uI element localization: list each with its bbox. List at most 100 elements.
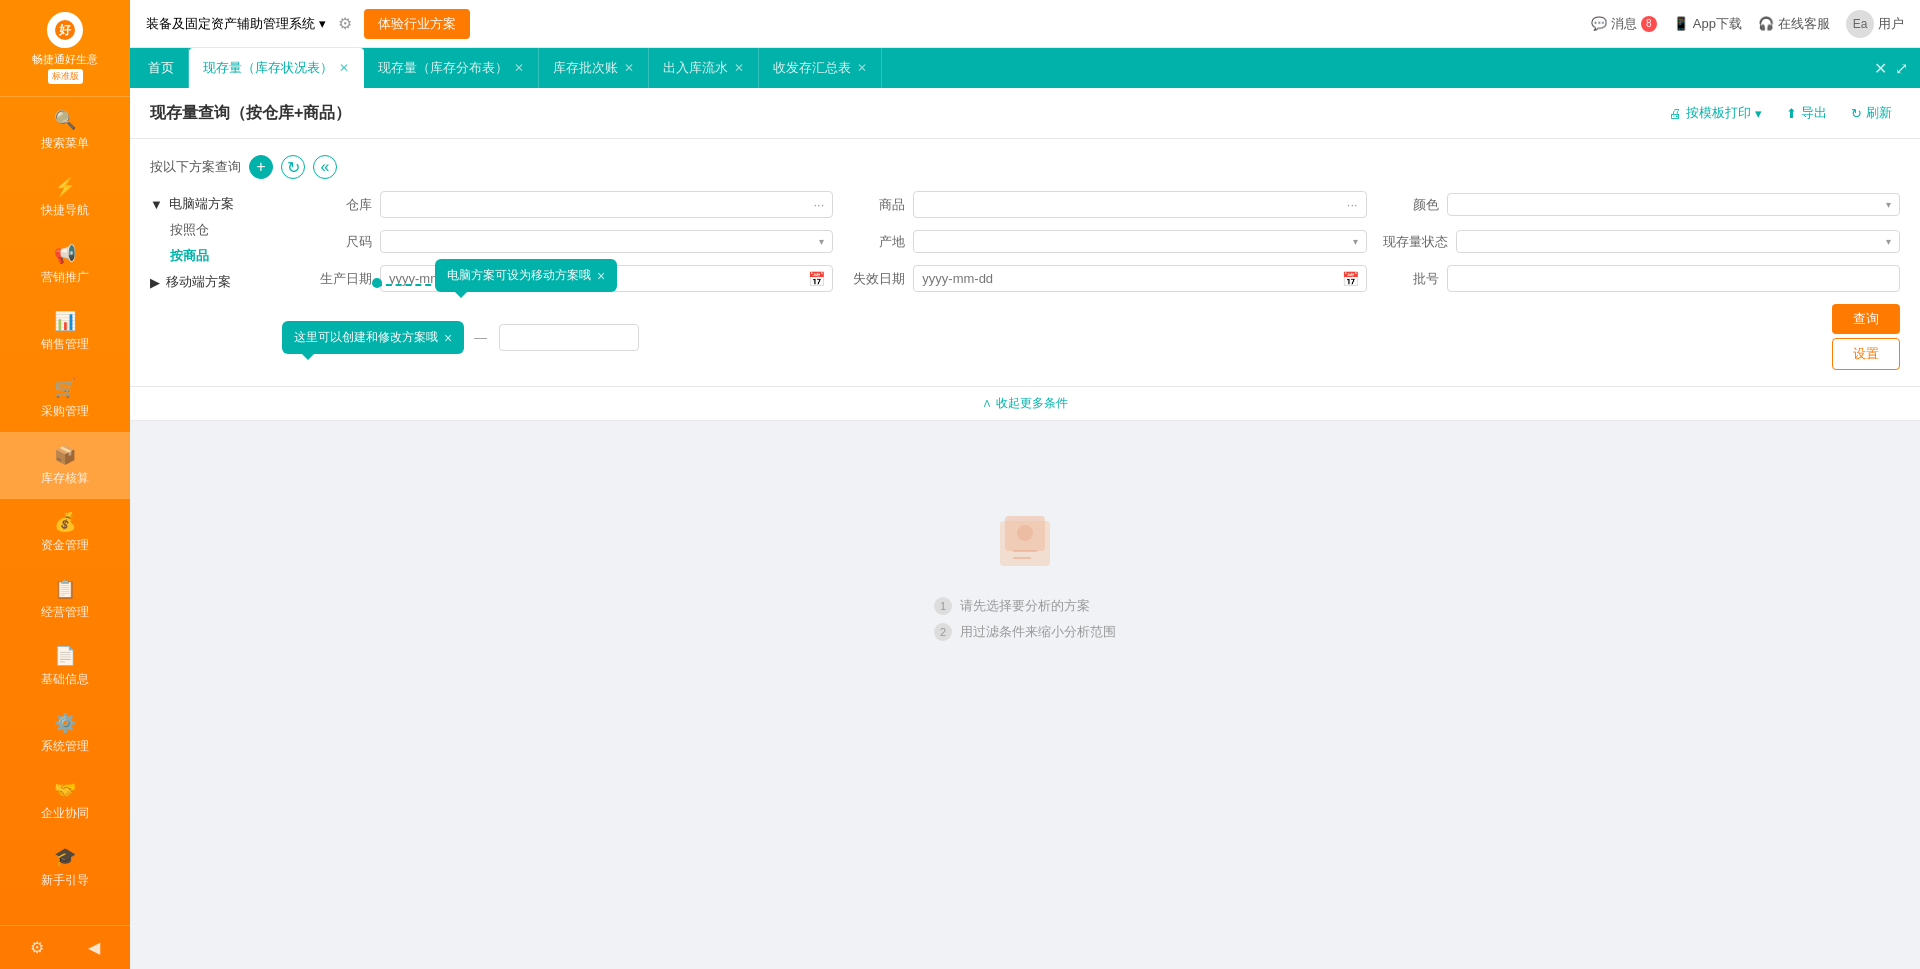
goods-dots[interactable]: ··· bbox=[1347, 197, 1358, 212]
sidebar-item-label: 快捷导航 bbox=[41, 202, 89, 219]
search-btn[interactable]: 查询 bbox=[1832, 304, 1900, 334]
tab-close-inventory-status[interactable]: ✕ bbox=[339, 61, 349, 75]
color-select[interactable]: ▾ bbox=[1447, 193, 1900, 216]
sidebar-bottom: ⚙ ◀ bbox=[0, 925, 130, 969]
sidebar-item-label: 经营管理 bbox=[41, 604, 89, 621]
sidebar-item-finance[interactable]: 💰 资金管理 bbox=[0, 499, 130, 566]
money-icon: 💰 bbox=[54, 511, 76, 533]
search-icon: 🔍 bbox=[54, 109, 76, 131]
scheme-item-by-warehouse[interactable]: 按照仓 bbox=[150, 217, 300, 243]
export-btn[interactable]: ⬆ 导出 bbox=[1778, 100, 1835, 126]
exp-date-calendar-icon[interactable]: 📅 bbox=[1342, 271, 1359, 287]
refresh-btn[interactable]: ↻ 刷新 bbox=[1843, 100, 1900, 126]
app-download-btn[interactable]: 📱 App下载 bbox=[1673, 15, 1742, 33]
tab-collect-summary[interactable]: 收发存汇总表 ✕ bbox=[759, 48, 882, 88]
collapse-bar[interactable]: ∧ 收起更多条件 bbox=[130, 387, 1920, 421]
field-origin: 产地 ▾ bbox=[849, 230, 1366, 253]
connector-dot bbox=[372, 278, 382, 288]
field-color: 颜色 ▾ bbox=[1383, 193, 1900, 216]
scheme-desktop-label: 电脑端方案 bbox=[169, 195, 234, 213]
tab-close-batch-ledger[interactable]: ✕ bbox=[624, 61, 634, 75]
collapse-sidebar-btn[interactable]: ◀ bbox=[88, 938, 100, 957]
message-btn[interactable]: 💬 消息 8 bbox=[1591, 15, 1657, 33]
batch-input[interactable] bbox=[1447, 265, 1900, 292]
sidebar-item-quick-nav[interactable]: ⚡ 快捷导航 bbox=[0, 164, 130, 231]
scheme-group-mobile-header[interactable]: ▶ 移动端方案 bbox=[150, 269, 300, 295]
warehouse-select[interactable]: ··· bbox=[380, 191, 833, 218]
tab-collect-summary-label: 收发存汇总表 bbox=[773, 59, 851, 77]
sidebar-item-inventory[interactable]: 📦 库存核算 bbox=[0, 432, 130, 499]
tab-home-label: 首页 bbox=[148, 59, 174, 77]
online-service-label: 在线客服 bbox=[1778, 15, 1830, 33]
tab-close-in-out-flow[interactable]: ✕ bbox=[734, 61, 744, 75]
tooltip-create-text: 这里可以创建和修改方案哦 bbox=[294, 329, 438, 346]
scheme-item-by-goods[interactable]: 按商品 bbox=[150, 243, 300, 269]
industry-btn[interactable]: 体验行业方案 bbox=[364, 9, 470, 39]
tab-in-out-flow[interactable]: 出入库流水 ✕ bbox=[649, 48, 759, 88]
sidebar-item-sales[interactable]: 📊 销售管理 bbox=[0, 298, 130, 365]
tab-inventory-status-label: 现存量（库存状况表） bbox=[203, 59, 333, 77]
sidebar-item-marketing[interactable]: 📢 营销推广 bbox=[0, 231, 130, 298]
set-btn[interactable]: 设置 bbox=[1832, 338, 1900, 370]
sidebar-item-label: 搜索菜单 bbox=[41, 135, 89, 152]
edit-scheme-btn[interactable]: ↻ bbox=[281, 155, 305, 179]
scheme-item-label: 按照仓 bbox=[170, 222, 209, 237]
refresh-icon: ↻ bbox=[1851, 106, 1862, 121]
main-content: 装备及固定资产辅助管理系统 ▾ ⚙ 体验行业方案 💬 消息 8 📱 App下载 … bbox=[130, 0, 1920, 969]
print-label: 按模板打印 bbox=[1686, 104, 1751, 122]
collapse-label: 收起更多条件 bbox=[996, 396, 1068, 410]
export-label: 导出 bbox=[1801, 104, 1827, 122]
box-icon: 📦 bbox=[54, 444, 76, 466]
megaphone-icon: 📢 bbox=[54, 243, 76, 265]
origin-arrow-icon: ▾ bbox=[1353, 236, 1358, 247]
close-all-tabs-btn[interactable]: ✕ bbox=[1874, 59, 1887, 78]
settings-bottom-btn[interactable]: ⚙ bbox=[30, 938, 44, 957]
filter-row-1: 仓库 ··· 商品 ··· bbox=[316, 191, 1900, 218]
sidebar-item-operations[interactable]: 📋 经营管理 bbox=[0, 566, 130, 633]
sidebar-item-purchase[interactable]: 🛒 采购管理 bbox=[0, 365, 130, 432]
system-name-dropdown[interactable]: 装备及固定资产辅助管理系统 ▾ bbox=[146, 15, 326, 33]
tab-batch-ledger[interactable]: 库存批次账 ✕ bbox=[539, 48, 649, 88]
mfg-date-calendar-icon[interactable]: 📅 bbox=[808, 271, 825, 287]
goods-select[interactable]: ··· bbox=[913, 191, 1366, 218]
filter-label: 按以下方案查询 bbox=[150, 158, 241, 176]
sidebar-item-guide[interactable]: 🎓 新手引导 bbox=[0, 834, 130, 901]
settings-gear-btn[interactable]: ⚙ bbox=[338, 14, 352, 33]
user-profile-btn[interactable]: Ea 用户 bbox=[1846, 10, 1904, 38]
stock-main-to[interactable] bbox=[499, 324, 639, 351]
tooltip-scheme-close[interactable]: × bbox=[597, 268, 605, 284]
doc-icon: 📄 bbox=[54, 645, 76, 667]
field-batch: 批号 bbox=[1383, 265, 1900, 292]
stock-status-select[interactable]: ▾ bbox=[1456, 230, 1900, 253]
stock-status-arrow-icon: ▾ bbox=[1886, 236, 1891, 247]
tooltip-create-close[interactable]: × bbox=[444, 330, 452, 346]
size-arrow-icon: ▾ bbox=[819, 236, 824, 247]
filter-header: 按以下方案查询 + ↻ « bbox=[150, 155, 1900, 179]
exp-date-input[interactable] bbox=[913, 265, 1366, 292]
tab-close-inventory-dist[interactable]: ✕ bbox=[514, 61, 524, 75]
sidebar-item-basic[interactable]: 📄 基础信息 bbox=[0, 633, 130, 700]
back-scheme-btn[interactable]: « bbox=[313, 155, 337, 179]
print-icon: 🖨 bbox=[1669, 106, 1682, 121]
tab-home[interactable]: 首页 bbox=[134, 48, 189, 88]
size-select[interactable]: ▾ bbox=[380, 230, 833, 253]
page-header: 现存量查询（按仓库+商品） 🖨 按模板打印 ▾ ⬆ 导出 ↻ 刷新 bbox=[130, 88, 1920, 139]
sidebar-item-search[interactable]: 🔍 搜索菜单 bbox=[0, 97, 130, 164]
scheme-group-desktop-header[interactable]: ▼ 电脑端方案 bbox=[150, 191, 300, 217]
tab-close-collect-summary[interactable]: ✕ bbox=[857, 61, 867, 75]
color-arrow-icon: ▾ bbox=[1886, 199, 1891, 210]
warehouse-dots[interactable]: ··· bbox=[813, 197, 824, 212]
tab-inventory-dist[interactable]: 现存量（库存分布表） ✕ bbox=[364, 48, 539, 88]
online-service-btn[interactable]: 🎧 在线客服 bbox=[1758, 15, 1830, 33]
tab-inventory-status[interactable]: 现存量（库存状况表） ✕ bbox=[189, 48, 364, 88]
maximize-btn[interactable]: ⤢ bbox=[1895, 59, 1908, 78]
add-scheme-btn[interactable]: + bbox=[249, 155, 273, 179]
sidebar-item-label: 采购管理 bbox=[41, 403, 89, 420]
origin-select[interactable]: ▾ bbox=[913, 230, 1366, 253]
collapse-icon: ∧ bbox=[982, 396, 995, 410]
stock-status-label: 现存量状态 bbox=[1383, 233, 1448, 251]
print-btn[interactable]: 🖨 按模板打印 ▾ bbox=[1661, 100, 1770, 126]
sidebar-item-system[interactable]: ⚙️ 系统管理 bbox=[0, 700, 130, 767]
sidebar-item-enterprise[interactable]: 🤝 企业协同 bbox=[0, 767, 130, 834]
warehouse-label: 仓库 bbox=[316, 196, 372, 214]
